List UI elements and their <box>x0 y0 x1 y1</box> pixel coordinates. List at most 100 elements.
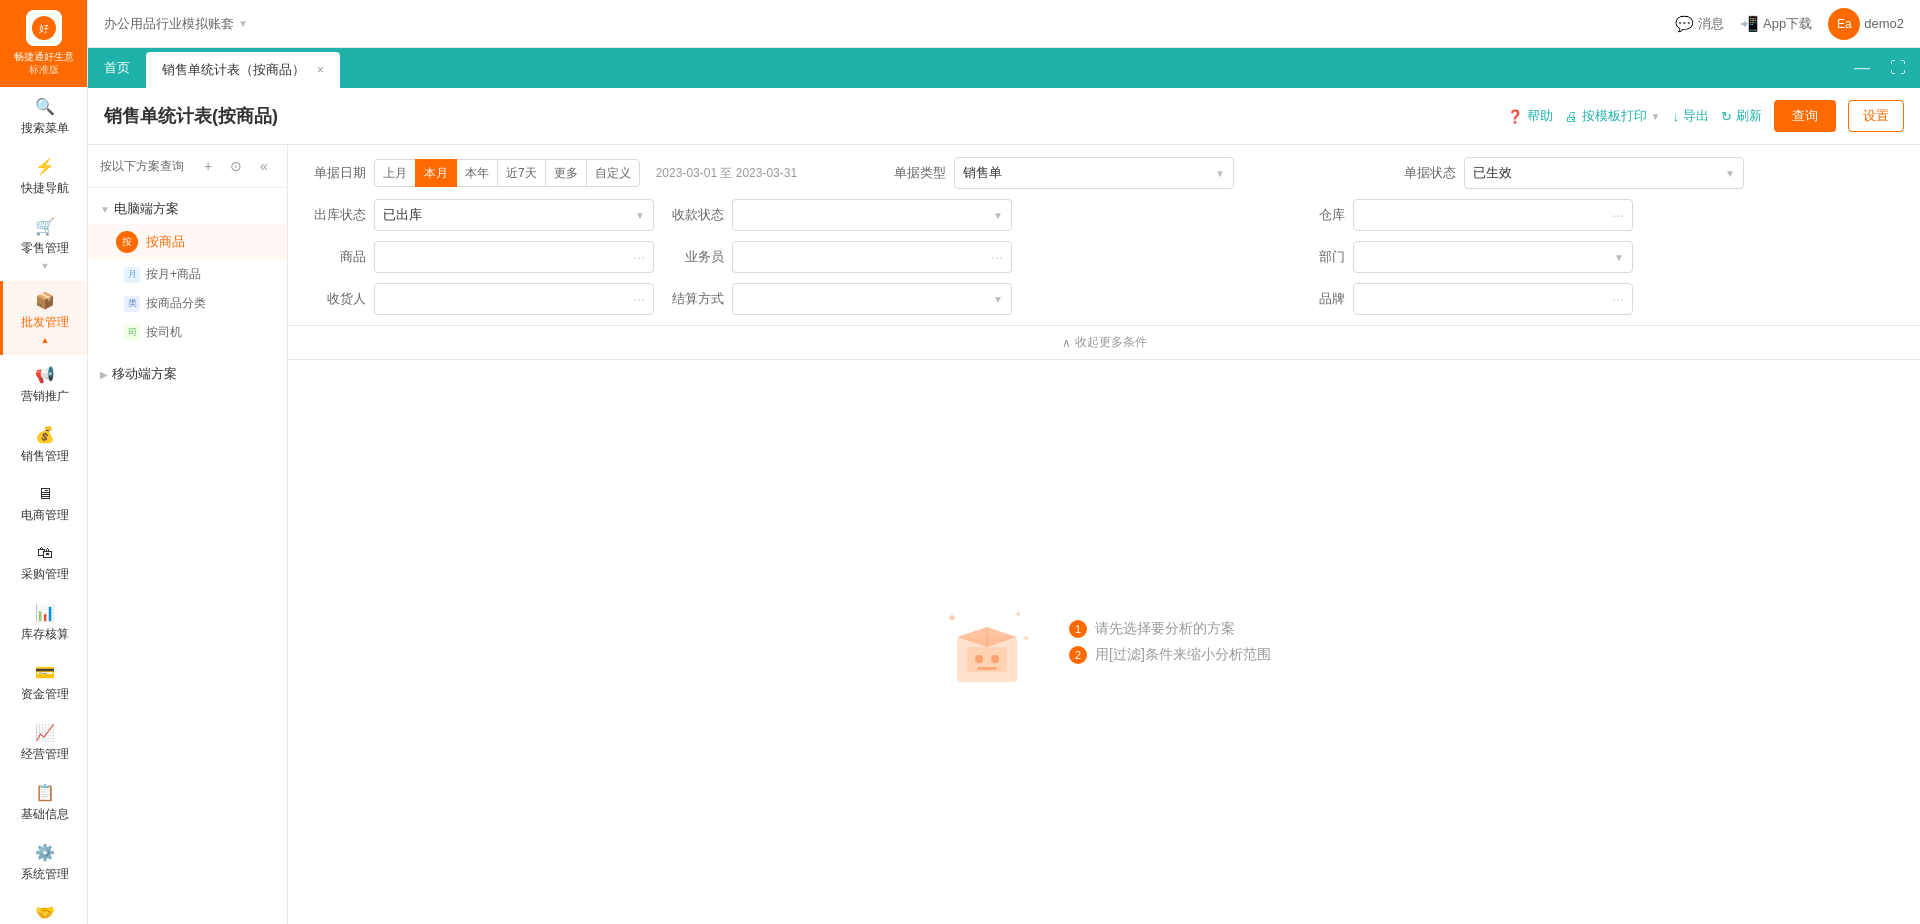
receiver-dots[interactable]: ··· <box>633 291 645 307</box>
date-btn-custom[interactable]: 自定义 <box>586 159 640 187</box>
sidebar-item-inventory[interactable]: 📊 库存核算 <box>0 593 88 653</box>
payment-select[interactable]: ▼ <box>732 283 1012 315</box>
empty-state: ✦ ✦ ✦ 1 请先选择要分析的方案 2 <box>288 360 1920 924</box>
date-btn-more[interactable]: 更多 <box>545 159 587 187</box>
sidebar-item-system[interactable]: ⚙️ 系统管理 <box>0 833 88 893</box>
app-download-label: App下载 <box>1763 15 1812 33</box>
date-btn-thismonth[interactable]: 本月 <box>415 159 457 187</box>
status-value: 已生效 <box>1473 164 1512 182</box>
tab-home[interactable]: 首页 <box>88 48 146 88</box>
mobile-group-header[interactable]: ▶ 移动端方案 <box>88 359 287 389</box>
scheme-item-monthly-goods[interactable]: 月 按月+商品 <box>88 260 287 289</box>
query-btn[interactable]: 查询 <box>1774 100 1836 132</box>
dept-select[interactable]: ▼ <box>1353 241 1633 273</box>
marketing-icon: 📢 <box>35 365 55 384</box>
brand-dots[interactable]: ··· <box>1612 291 1624 307</box>
sidebar-item-purchase[interactable]: 🛍 采购管理 <box>0 534 88 593</box>
add-scheme-btn[interactable]: + <box>197 155 219 177</box>
left-panel-title: 按以下方案查询 <box>100 158 184 175</box>
type-select[interactable]: 销售单 ▼ <box>954 157 1234 189</box>
svg-rect-8 <box>977 667 997 670</box>
messages-label: 消息 <box>1698 15 1724 33</box>
settings-btn[interactable]: 设置 <box>1848 100 1904 132</box>
tab-minimize-btn[interactable]: — <box>1848 54 1876 82</box>
sidebar-item-operations[interactable]: 📈 经营管理 <box>0 713 88 773</box>
scheme-sub-icon: 司 <box>124 325 140 341</box>
stockout-select[interactable]: 已出库 ▼ <box>374 199 654 231</box>
date-btn-lastmonth[interactable]: 上月 <box>374 159 416 187</box>
user-profile-btn[interactable]: Ea demo2 <box>1828 8 1904 40</box>
sidebar-item-label: 库存核算 <box>21 626 69 643</box>
export-btn[interactable]: ↓ 导出 <box>1673 107 1710 125</box>
type-value: 销售单 <box>963 164 1002 182</box>
sidebar-item-basicinfo[interactable]: 📋 基础信息 <box>0 773 88 833</box>
tab-close-btn[interactable]: × <box>317 63 324 77</box>
scheme-item-by-driver[interactable]: 司 按司机 <box>88 318 287 347</box>
salesperson-dots[interactable]: ··· <box>991 249 1003 265</box>
receive-filter-group: 收款状态 ▼ <box>662 199 1283 231</box>
sidebar-item-label: 资金管理 <box>21 686 69 703</box>
stockout-label: 出库状态 <box>304 206 374 224</box>
tabs-controls: — ⛶ <box>1848 54 1920 82</box>
scheme-sub-icon: 月 <box>124 267 140 283</box>
topbar-right: 💬 消息 📲 App下载 Ea demo2 <box>1675 8 1904 40</box>
tab-current-label: 销售单统计表（按商品） <box>162 61 305 79</box>
tip-num-2: 2 <box>1069 646 1087 664</box>
type-label: 单据类型 <box>884 164 954 182</box>
empty-tip-1: 1 请先选择要分析的方案 <box>1069 620 1271 638</box>
sidebar-item-quicknav[interactable]: ⚡ 快捷导航 <box>0 147 88 207</box>
receive-select[interactable]: ▼ <box>732 199 1012 231</box>
sidebar-item-wholesale[interactable]: 📦 批发管理 ▲ <box>0 281 88 355</box>
goods-dots[interactable]: ··· <box>633 249 645 265</box>
collapse-bar[interactable]: ∧ 收起更多条件 <box>288 326 1920 360</box>
quicknav-icon: ⚡ <box>35 157 55 176</box>
filter-container: 单据日期 上月 本月 本年 近7天 更多 自定义 2023-03-01 至 20… <box>288 145 1920 326</box>
stockout-chevron: ▼ <box>635 210 645 221</box>
stockout-value: 已出库 <box>383 206 422 224</box>
date-btn-thisyear[interactable]: 本年 <box>456 159 498 187</box>
payment-filter-group: 结算方式 ▼ <box>662 283 1283 315</box>
scheme-dot-icon: 按 <box>116 231 138 253</box>
tab-current[interactable]: 销售单统计表（按商品） × <box>146 52 340 88</box>
collapse-panel-btn[interactable]: « <box>253 155 275 177</box>
sidebar-item-label: 营销推广 <box>21 388 69 405</box>
status-select[interactable]: 已生效 ▼ <box>1464 157 1744 189</box>
sidebar-item-ecommerce[interactable]: 🖥 电商管理 <box>0 475 88 534</box>
goods-input[interactable]: ··· <box>374 241 654 273</box>
tab-maximize-btn[interactable]: ⛶ <box>1884 54 1912 82</box>
messages-btn[interactable]: 💬 消息 <box>1675 15 1724 33</box>
warehouse-dots[interactable]: ··· <box>1612 207 1624 223</box>
wholesale-icon: 📦 <box>35 291 55 310</box>
warehouse-input[interactable]: ··· <box>1353 199 1633 231</box>
basicinfo-icon: 📋 <box>35 783 55 802</box>
type-chevron: ▼ <box>1215 168 1225 179</box>
sidebar-item-search[interactable]: 🔍 搜索菜单 <box>0 87 88 147</box>
brand-input[interactable]: ··· <box>1353 283 1633 315</box>
sidebar-item-sales[interactable]: 💰 销售管理 <box>0 415 88 475</box>
brand-filter-group: 品牌 ··· <box>1283 283 1904 315</box>
scheme-sub-icon: 类 <box>124 296 140 312</box>
salesperson-input[interactable]: ··· <box>732 241 1012 273</box>
scheme-item-by-goods[interactable]: 按 按商品 <box>88 224 287 260</box>
help-label: 帮助 <box>1527 107 1553 125</box>
scheme-item-by-category[interactable]: 类 按商品分类 <box>88 289 287 318</box>
sidebar-item-marketing[interactable]: 📢 营销推广 <box>0 355 88 415</box>
receiver-input[interactable]: ··· <box>374 283 654 315</box>
left-panel-icons: + ⊙ « <box>197 155 275 177</box>
print-btn[interactable]: 🖨 按模板打印 ▼ <box>1565 107 1661 125</box>
sidebar-item-finance[interactable]: 💳 资金管理 <box>0 653 88 713</box>
help-btn[interactable]: ❓ 帮助 <box>1507 107 1553 125</box>
sidebar-item-label: 采购管理 <box>21 566 69 583</box>
date-btn-7days[interactable]: 近7天 <box>497 159 546 187</box>
status-filter-group: 单据状态 已生效 ▼ <box>1394 157 1904 189</box>
svg-text:✦: ✦ <box>1022 633 1030 644</box>
workspace-selector[interactable]: 办公用品行业模拟账套 ▼ <box>104 15 248 33</box>
app-download-btn[interactable]: 📲 App下载 <box>1740 15 1812 33</box>
sidebar-item-retail[interactable]: 🛒 零售管理 ▼ <box>0 207 88 281</box>
pc-group-header[interactable]: ▼ 电脑端方案 <box>88 194 287 224</box>
sidebar-item-label: 销售管理 <box>21 448 69 465</box>
refresh-btn[interactable]: ↻ 刷新 <box>1721 107 1762 125</box>
edit-scheme-btn[interactable]: ⊙ <box>225 155 247 177</box>
type-filter-group: 单据类型 销售单 ▼ <box>884 157 1394 189</box>
sidebar-item-cooperation[interactable]: 🤝 企业协同 <box>0 893 88 924</box>
